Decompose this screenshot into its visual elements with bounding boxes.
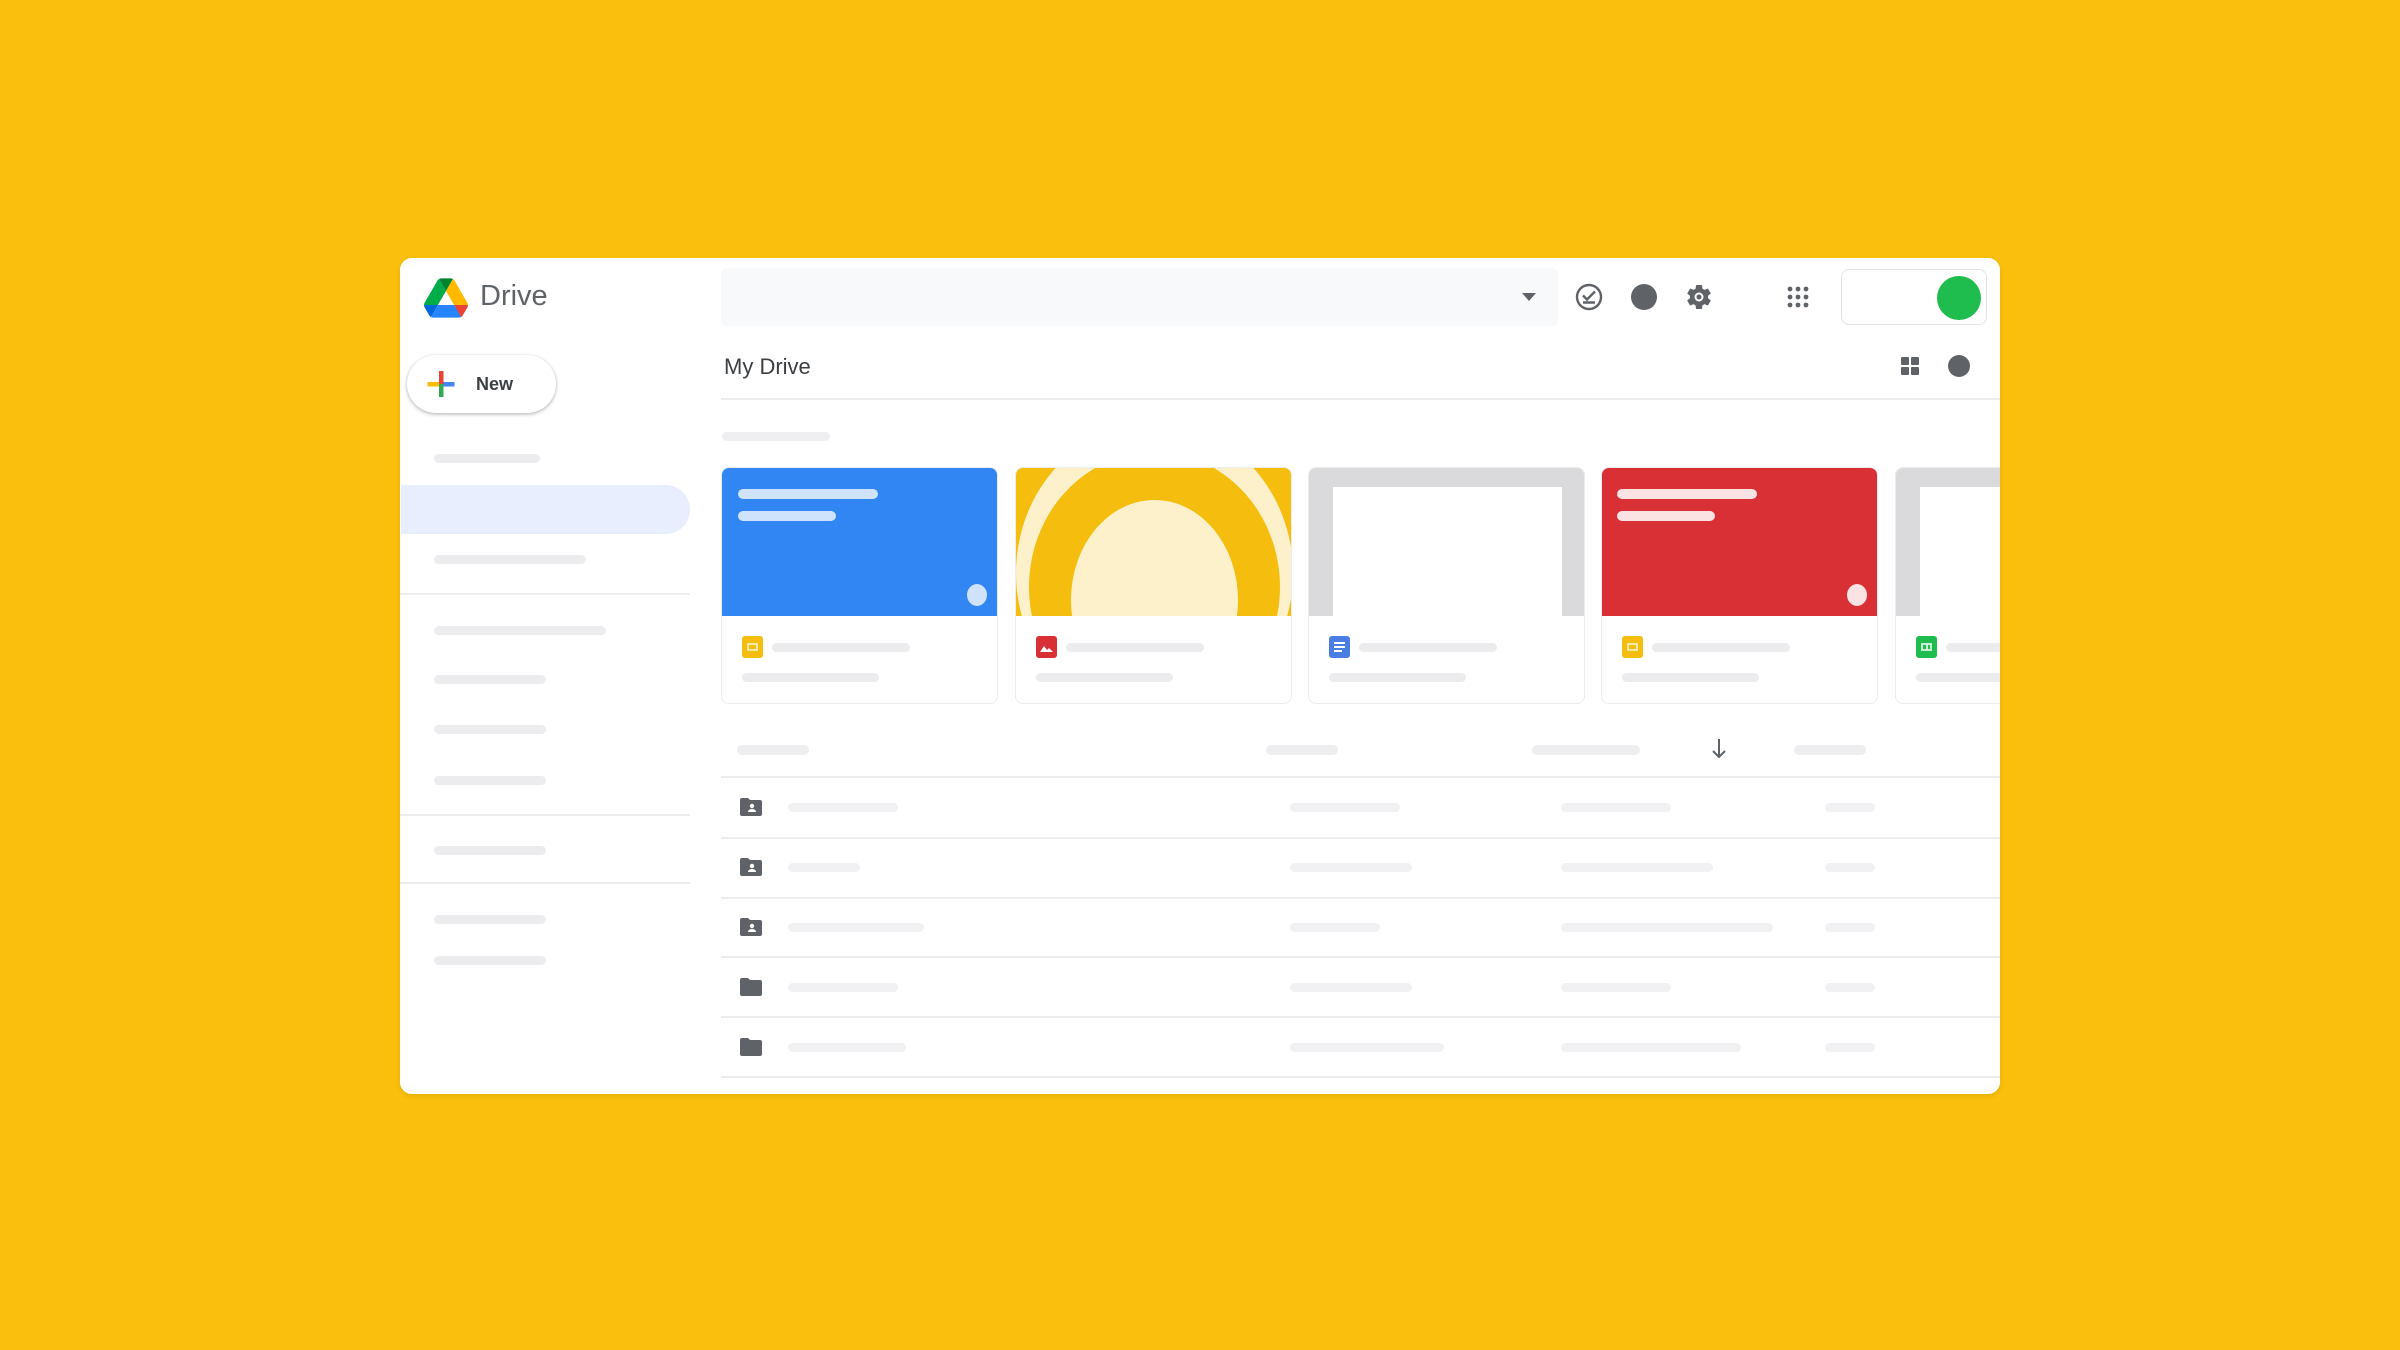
- column-header-modified[interactable]: [1532, 745, 1640, 755]
- sidebar-item-4[interactable]: [420, 616, 620, 646]
- sidebar-item-9[interactable]: [420, 905, 620, 935]
- plus-icon: [426, 369, 456, 399]
- sidebar-divider: [400, 593, 690, 595]
- table-row[interactable]: [721, 958, 2000, 1017]
- drive-window: Drive New My Drive: [400, 258, 2000, 1094]
- sidebar-divider: [400, 814, 690, 816]
- new-button[interactable]: New: [407, 355, 556, 413]
- sidebar-item-6[interactable]: [420, 715, 620, 745]
- suggested-card[interactable]: [1308, 467, 1585, 704]
- card-meta: [1036, 673, 1173, 682]
- suggested-card[interactable]: [1015, 467, 1292, 704]
- card-title: [1652, 643, 1790, 652]
- row-divider: [721, 1076, 2000, 1078]
- grid-view-icon[interactable]: [1894, 350, 1926, 382]
- arrow-down-icon[interactable]: [1711, 737, 1727, 761]
- slides-icon: [1622, 636, 1643, 658]
- info-icon[interactable]: [1943, 350, 1975, 382]
- page-title[interactable]: My Drive: [724, 354, 811, 380]
- sidebar-item-7[interactable]: [420, 766, 620, 796]
- card-thumbnail: [1016, 468, 1291, 616]
- sheets-icon: [1916, 636, 1937, 658]
- shared-folder-icon: [740, 858, 762, 876]
- card-thumbnail: [722, 468, 997, 616]
- card-thumbnail: [1602, 468, 1877, 616]
- app-title: Drive: [480, 280, 548, 312]
- drive-logo-icon[interactable]: [424, 278, 468, 318]
- card-meta: [1622, 673, 1759, 682]
- card-meta: [1329, 673, 1466, 682]
- card-title: [1946, 643, 2000, 652]
- avatar[interactable]: [1937, 276, 1981, 320]
- caret-down-icon[interactable]: [1522, 293, 1536, 301]
- card-title: [1066, 643, 1204, 652]
- table-row[interactable]: [721, 1018, 2000, 1077]
- card-meta: [742, 673, 879, 682]
- section-label-suggested: [722, 432, 830, 441]
- card-title: [1359, 643, 1497, 652]
- card-thumbnail: [1309, 468, 1584, 616]
- column-header-size[interactable]: [1794, 745, 1866, 755]
- folder-icon: [740, 1038, 762, 1056]
- table-row[interactable]: [721, 898, 2000, 957]
- apps-grid-icon[interactable]: [1782, 281, 1814, 313]
- column-header-owner[interactable]: [1266, 745, 1338, 755]
- suggested-card[interactable]: [1601, 467, 1878, 704]
- sidebar-item-my-drive-active[interactable]: [401, 485, 690, 534]
- suggested-card[interactable]: [1895, 467, 2000, 704]
- docs-icon: [1329, 636, 1350, 658]
- image-icon: [1036, 636, 1057, 658]
- header-divider: [721, 398, 2000, 400]
- table-row[interactable]: [721, 838, 2000, 897]
- folder-icon: [740, 978, 762, 996]
- sidebar-divider: [400, 882, 690, 884]
- card-meta: [1916, 673, 2000, 682]
- sidebar-item-10[interactable]: [420, 946, 620, 976]
- search-input[interactable]: [721, 268, 1558, 326]
- offline-ready-icon[interactable]: [1573, 281, 1605, 313]
- sidebar-item-8[interactable]: [420, 836, 620, 866]
- shared-folder-icon: [740, 798, 762, 816]
- sidebar-item-1[interactable]: [420, 444, 620, 474]
- settings-icon[interactable]: [1683, 281, 1715, 313]
- card-thumbnail: [1896, 468, 2000, 616]
- slides-icon: [742, 636, 763, 658]
- account-switcher[interactable]: [1841, 269, 1987, 325]
- suggested-card[interactable]: [721, 467, 998, 704]
- shared-folder-icon: [740, 918, 762, 936]
- card-title: [772, 643, 910, 652]
- table-row[interactable]: [721, 778, 2000, 837]
- sidebar-item-5[interactable]: [420, 665, 620, 695]
- column-header-name[interactable]: [737, 745, 809, 755]
- help-icon[interactable]: [1628, 281, 1660, 313]
- sidebar-item-3[interactable]: [420, 545, 620, 575]
- new-button-label: New: [476, 373, 514, 394]
